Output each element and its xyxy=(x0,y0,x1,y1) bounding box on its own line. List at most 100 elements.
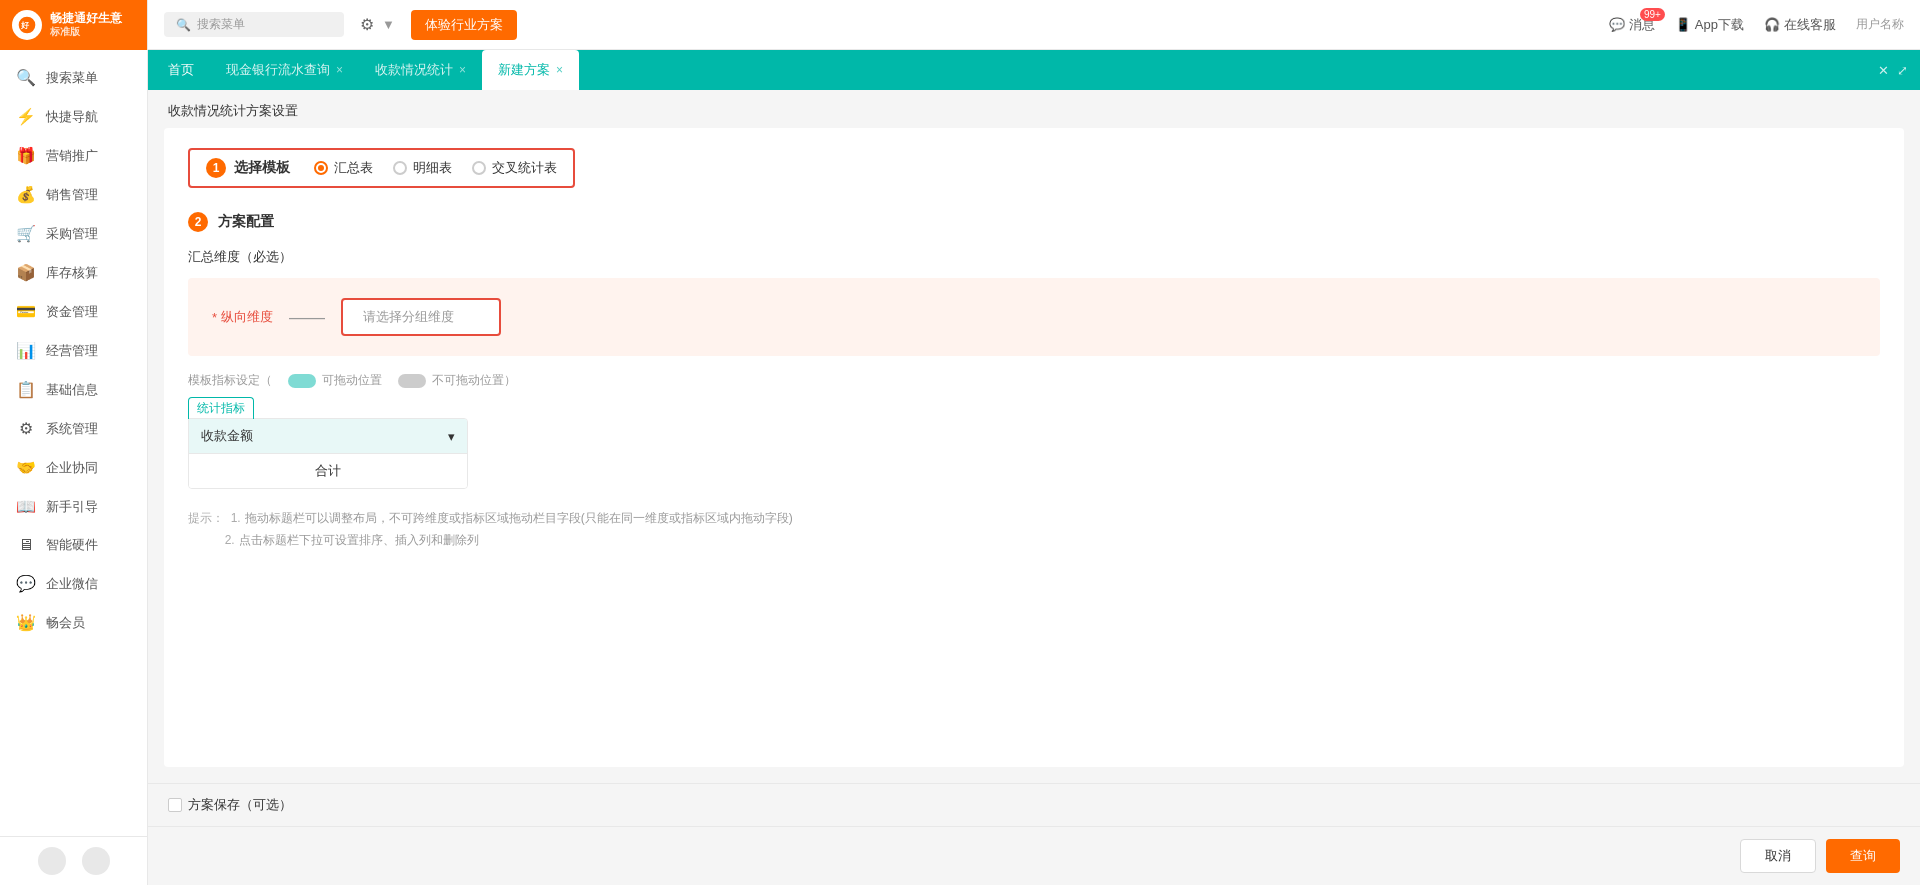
tab-new-plan-close[interactable]: × xyxy=(556,63,563,77)
header: 🔍 搜索菜单 ⚙ ▼ 体验行业方案 💬 消息 99+ 📱 App下载 🎧 在线客… xyxy=(148,0,1920,50)
arrow-separator: —— xyxy=(289,307,325,328)
metrics-group-label: 统计指标 xyxy=(188,397,254,419)
radio-detail[interactable]: 明细表 xyxy=(393,159,452,177)
step1-header: 1 选择模板 汇总表 明细表 xyxy=(188,148,1880,188)
content-area: 收款情况统计方案设置 1 选择模板 汇总表 xyxy=(148,90,1920,885)
metrics-item-payment[interactable]: 收款金额 ▾ xyxy=(189,419,467,454)
tab-new-plan[interactable]: 新建方案 × xyxy=(482,50,579,90)
header-search[interactable]: 🔍 搜索菜单 xyxy=(164,12,344,37)
radio-cross-circle xyxy=(472,161,486,175)
radio-cross[interactable]: 交叉统计表 xyxy=(472,159,557,177)
tab-bank-close[interactable]: × xyxy=(336,63,343,77)
sidebar-item-label: 系统管理 xyxy=(46,420,98,438)
app-edition: 标准版 xyxy=(50,25,122,39)
radio-summary-circle xyxy=(314,161,328,175)
dimension-row: * 纵向维度 —— 请选择分组维度 xyxy=(212,298,1856,336)
sidebar-item-member[interactable]: 👑 畅会员 xyxy=(0,603,147,642)
notification-btn[interactable]: 💬 消息 99+ xyxy=(1609,16,1655,34)
radio-detail-circle xyxy=(393,161,407,175)
tip-2: 2. 点击标题栏下拉可设置排序、插入列和删除列 xyxy=(188,530,1880,552)
radio-detail-label: 明细表 xyxy=(413,159,452,177)
tab-collection[interactable]: 收款情况统计 × xyxy=(359,50,482,90)
tab-bar-actions: ✕ ⤢ xyxy=(1878,63,1916,78)
save-option[interactable]: 方案保存（可选） xyxy=(168,796,292,814)
sales-icon: 💰 xyxy=(16,185,36,204)
sidebar-item-label: 企业协同 xyxy=(46,459,98,477)
step2-badge: 2 xyxy=(188,212,208,232)
maximize-icon[interactable]: ⤢ xyxy=(1897,63,1908,78)
hardware-icon: 🖥 xyxy=(16,536,36,554)
metrics-label: 模板指标设定（ xyxy=(188,372,272,389)
download-btn[interactable]: 📱 App下载 xyxy=(1675,16,1744,34)
sidebar-item-hardware[interactable]: 🖥 智能硬件 xyxy=(0,526,147,564)
sidebar-item-guide[interactable]: 📖 新手引导 xyxy=(0,487,147,526)
service-btn[interactable]: 🎧 在线客服 xyxy=(1764,16,1836,34)
finance-icon: 💳 xyxy=(16,302,36,321)
message-icon: 💬 xyxy=(1609,17,1625,32)
industry-btn[interactable]: 体验行业方案 xyxy=(411,10,517,40)
sidebar-item-label: 营销推广 xyxy=(46,147,98,165)
sidebar-item-marketing[interactable]: 🎁 营销推广 xyxy=(0,136,147,175)
search-placeholder: 搜索菜单 xyxy=(197,16,245,33)
sidebar-item-label: 畅会员 xyxy=(46,614,85,632)
search-icon: 🔍 xyxy=(176,18,191,32)
tab-home[interactable]: 首页 xyxy=(152,50,210,90)
radio-summary[interactable]: 汇总表 xyxy=(314,159,373,177)
sidebar-item-sales[interactable]: 💰 销售管理 xyxy=(0,175,147,214)
sidebar-item-basic-info[interactable]: 📋 基础信息 xyxy=(0,370,147,409)
sidebar-item-wechat[interactable]: 💬 企业微信 xyxy=(0,564,147,603)
sidebar-item-label: 经营管理 xyxy=(46,342,98,360)
dimension-selector[interactable]: 请选择分组维度 xyxy=(341,298,501,336)
user-info[interactable]: 用户名称 xyxy=(1856,16,1904,33)
template-radio-group: 汇总表 明细表 交叉统计表 xyxy=(314,159,557,177)
sidebar-item-system[interactable]: ⚙ 系统管理 xyxy=(0,409,147,448)
radio-summary-label: 汇总表 xyxy=(334,159,373,177)
sidebar-item-operation[interactable]: 📊 经营管理 xyxy=(0,331,147,370)
drag-indicator-dot xyxy=(288,374,316,388)
draggable-label: 可拖动位置 xyxy=(322,372,382,389)
sidebar: 好 畅捷通好生意 标准版 🔍 搜索菜单 ⚡ 快捷导航 🎁 营销推广 💰 销售管理… xyxy=(0,0,148,885)
settings-icon[interactable]: ⚙ xyxy=(360,15,374,34)
user-avatar[interactable] xyxy=(38,847,66,875)
sidebar-item-purchase[interactable]: 🛒 采购管理 xyxy=(0,214,147,253)
tab-collection-close[interactable]: × xyxy=(459,63,466,77)
page-title: 收款情况统计方案设置 xyxy=(148,90,1920,128)
header-tools: ⚙ ▼ xyxy=(360,15,395,34)
step2-label: 方案配置 xyxy=(218,213,274,231)
sidebar-footer xyxy=(0,836,147,885)
tip-1-text: 拖动标题栏可以调整布局，不可跨维度或指标区域拖动栏目字段(只能在同一维度或指标区… xyxy=(245,508,793,530)
new-plan-tab-label: 新建方案 xyxy=(498,61,550,79)
sidebar-item-finance[interactable]: 💳 资金管理 xyxy=(0,292,147,331)
metrics-table-wrapper: 统计指标 收款金额 ▾ 合计 xyxy=(188,397,468,489)
metrics-header-row: 模板指标设定（ 可拖动位置 不可拖动位置） xyxy=(188,372,1880,389)
step2-section: 2 方案配置 汇总维度（必选） * 纵向维度 —— xyxy=(188,212,1880,551)
tip-1: 提示： 1. 拖动标题栏可以调整布局，不可跨维度或指标区域拖动栏目字段(只能在同… xyxy=(188,508,1880,530)
sidebar-item-search[interactable]: 🔍 搜索菜单 xyxy=(0,58,147,97)
user-avatar-2[interactable] xyxy=(82,847,110,875)
sidebar-item-cooperation[interactable]: 🤝 企业协同 xyxy=(0,448,147,487)
sidebar-item-quick-nav[interactable]: ⚡ 快捷导航 xyxy=(0,97,147,136)
sidebar-item-label: 资金管理 xyxy=(46,303,98,321)
cancel-button[interactable]: 取消 xyxy=(1740,839,1816,873)
sidebar-item-label: 基础信息 xyxy=(46,381,98,399)
query-button[interactable]: 查询 xyxy=(1826,839,1900,873)
dimension-area: * 纵向维度 —— 请选择分组维度 xyxy=(188,278,1880,356)
required-mark: * 纵向维度 xyxy=(212,308,273,326)
dropdown-chevron-icon[interactable]: ▾ xyxy=(448,429,455,444)
search-icon: 🔍 xyxy=(16,68,36,87)
sidebar-item-label: 搜索菜单 xyxy=(46,69,98,87)
dimension-config: 汇总维度（必选） * 纵向维度 —— 请选择分组维度 xyxy=(188,248,1880,356)
bank-tab-label: 现金银行流水查询 xyxy=(226,61,330,79)
step1-badge: 1 xyxy=(206,158,226,178)
tab-bank[interactable]: 现金银行流水查询 × xyxy=(210,50,359,90)
step2-header: 2 方案配置 xyxy=(188,212,1880,232)
save-checkbox[interactable] xyxy=(168,798,182,812)
dropdown-icon[interactable]: ▼ xyxy=(382,17,395,32)
metrics-item-label: 收款金额 xyxy=(201,427,253,445)
logo-icon: 好 xyxy=(12,10,42,40)
dimension-label: 汇总维度（必选） xyxy=(188,248,1880,266)
close-window-icon[interactable]: ✕ xyxy=(1878,63,1889,78)
sidebar-item-label: 库存核算 xyxy=(46,264,98,282)
step1-section: 1 选择模板 汇总表 明细表 xyxy=(188,148,1880,188)
sidebar-item-inventory[interactable]: 📦 库存核算 xyxy=(0,253,147,292)
